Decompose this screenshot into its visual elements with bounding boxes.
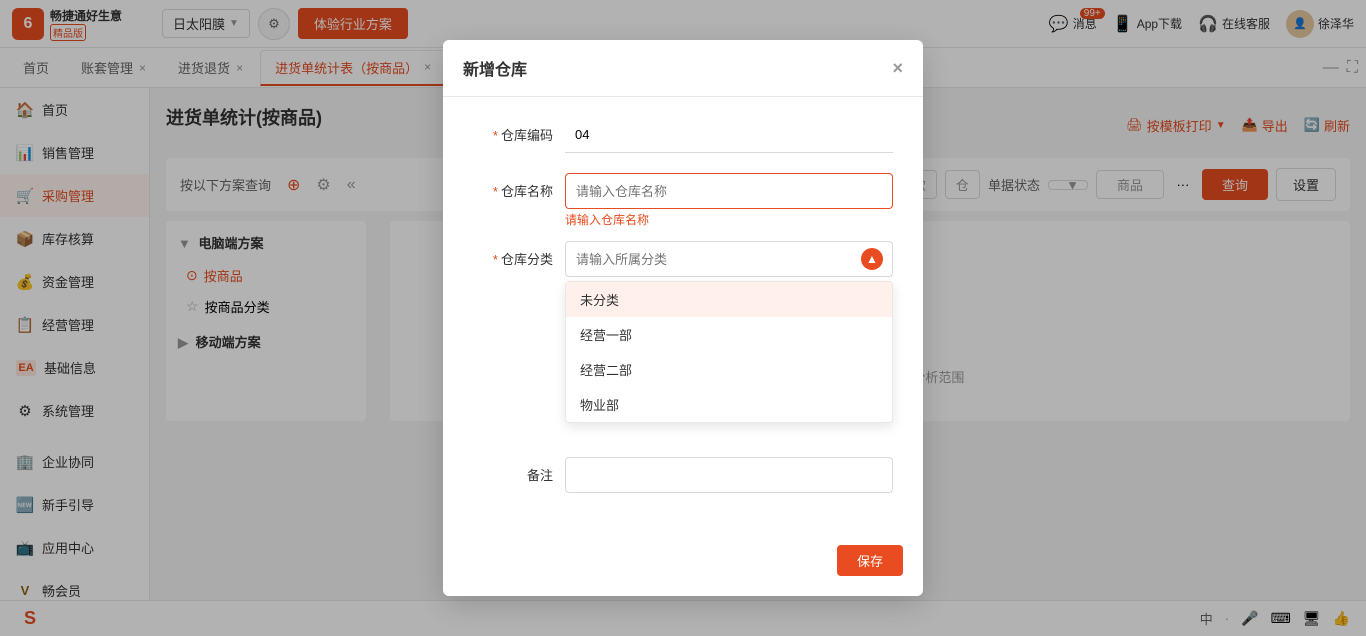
name-error-message: 请输入仓库名称 [565, 211, 649, 227]
name-label: 仓库名称 [473, 173, 553, 200]
warehouse-name-input[interactable] [565, 173, 893, 209]
modal-close-button[interactable]: × [892, 58, 903, 79]
warehouse-code-input[interactable] [565, 117, 893, 153]
modal-footer: 保存 [443, 533, 923, 596]
dropdown-item-dept3[interactable]: 物业部 [566, 387, 892, 422]
modal-overlay: 新增仓库 × 仓库编码 仓库名称 请输入仓库名称 仓库分类 [0, 0, 1366, 636]
category-label: 仓库分类 [473, 241, 553, 268]
category-dropdown: 未分类 经营一部 经营二部 物业部 [565, 281, 893, 423]
modal-save-button[interactable]: 保存 [837, 545, 903, 576]
dropdown-item-dept1[interactable]: 经营一部 [566, 317, 892, 352]
code-label: 仓库编码 [473, 117, 553, 144]
category-select-wrap: ▲ 未分类 经营一部 经营二部 物业部 [565, 241, 893, 277]
modal-title: 新增仓库 [463, 56, 527, 80]
modal-header: 新增仓库 × [443, 40, 923, 97]
dropdown-item-uncategorized[interactable]: 未分类 [566, 282, 892, 317]
warehouse-note-row: 备注 [473, 457, 893, 493]
note-label: 备注 [473, 457, 553, 484]
warehouse-note-input[interactable] [565, 457, 893, 493]
modal-body: 仓库编码 仓库名称 请输入仓库名称 仓库分类 ▲ 未分类 [443, 97, 923, 533]
category-input[interactable] [565, 241, 893, 277]
category-toggle-button[interactable]: ▲ [861, 248, 883, 270]
warehouse-code-row: 仓库编码 [473, 117, 893, 153]
warehouse-category-row: 仓库分类 ▲ 未分类 经营一部 经营二部 物业部 [473, 241, 893, 277]
new-warehouse-modal: 新增仓库 × 仓库编码 仓库名称 请输入仓库名称 仓库分类 [443, 40, 923, 596]
dropdown-item-dept2[interactable]: 经营二部 [566, 352, 892, 387]
warehouse-name-row: 仓库名称 请输入仓库名称 [473, 173, 893, 209]
